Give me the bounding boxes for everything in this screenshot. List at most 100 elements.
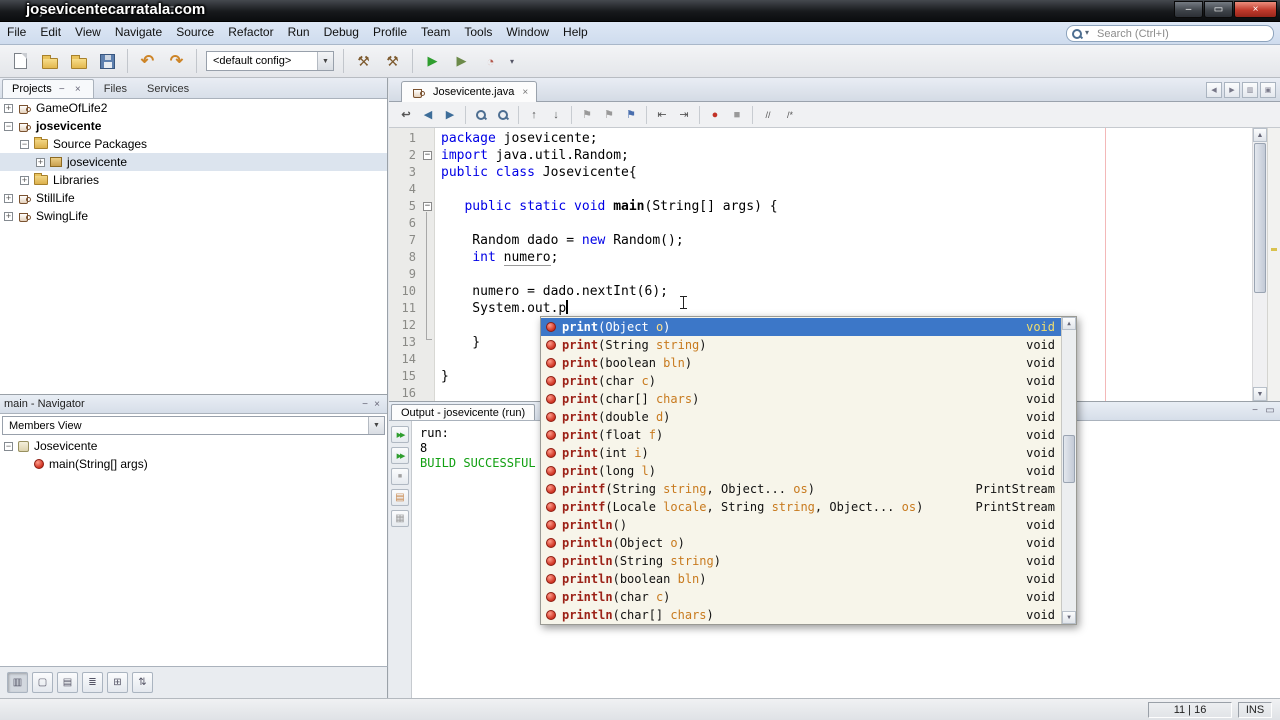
code-line[interactable]: 9 bbox=[389, 266, 1252, 283]
expander-icon[interactable]: + bbox=[36, 157, 45, 167]
tree-item-gameoflife2[interactable]: + GameOfLife2 bbox=[0, 99, 387, 117]
scroll-tabs-right-button[interactable]: ▶ bbox=[1224, 82, 1240, 98]
open-project-button[interactable] bbox=[65, 48, 92, 75]
window-titlebar[interactable]: josevicente - NetBeans IDE 7.0.1 josevic… bbox=[0, 0, 1280, 22]
config-select[interactable]: <default config> ▼ bbox=[206, 51, 334, 71]
menu-run[interactable]: Run bbox=[281, 22, 317, 42]
completion-item-println[interactable]: println(String string) void bbox=[541, 552, 1061, 570]
profile-project-button[interactable]: ◔ bbox=[477, 48, 504, 75]
dual-view-button[interactable]: ▥ bbox=[7, 672, 28, 693]
chevron-down-icon[interactable]: ▼ bbox=[317, 52, 333, 70]
stop-build-button[interactable]: ■ bbox=[391, 468, 409, 485]
tree-item-josevicente[interactable]: − josevicente bbox=[0, 117, 387, 135]
close-icon[interactable]: × bbox=[371, 399, 383, 410]
completion-item-println[interactable]: println(boolean bln) void bbox=[541, 570, 1061, 588]
maximize-icon[interactable]: ▭ bbox=[1264, 405, 1276, 416]
warning-mark[interactable] bbox=[1271, 248, 1277, 251]
scroll-down-icon[interactable]: ▼ bbox=[1253, 387, 1267, 401]
minimize-icon[interactable]: − bbox=[1249, 405, 1261, 416]
previous-bookmark-button[interactable]: ⚑ bbox=[577, 105, 597, 125]
code-line[interactable]: 8 int numero; bbox=[389, 249, 1252, 266]
code-line[interactable]: 2− import java.util.Random; bbox=[389, 147, 1252, 164]
expander-icon[interactable]: − bbox=[4, 121, 13, 131]
menu-team[interactable]: Team bbox=[414, 22, 457, 42]
tab-close-icon[interactable]: × bbox=[522, 87, 528, 98]
split-editor-button[interactable]: ▥ bbox=[1242, 82, 1258, 98]
expander-icon[interactable]: − bbox=[20, 139, 29, 149]
scrollbar-thumb[interactable] bbox=[1254, 143, 1266, 293]
stop-macro-button[interactable]: ■ bbox=[727, 105, 747, 125]
scrollbar-thumb[interactable] bbox=[1063, 435, 1075, 483]
completion-item-println[interactable]: println(Object o) void bbox=[541, 534, 1061, 552]
expander-icon[interactable]: − bbox=[4, 441, 13, 451]
run-project-button[interactable]: ▶ bbox=[419, 48, 446, 75]
scroll-up-icon[interactable]: ▲ bbox=[1062, 317, 1076, 330]
new-file-button[interactable] bbox=[7, 48, 34, 75]
code-line[interactable]: 11 System.out.p bbox=[389, 300, 1252, 317]
menu-tools[interactable]: Tools bbox=[457, 22, 499, 42]
completion-item-print[interactable]: print(double d) void bbox=[541, 408, 1061, 426]
grid-view-button[interactable]: ▤ bbox=[57, 672, 78, 693]
undo-button[interactable]: ↶ bbox=[134, 48, 161, 75]
comment-button[interactable]: // bbox=[758, 105, 778, 125]
scroll-up-icon[interactable]: ▲ bbox=[1253, 128, 1267, 142]
tree-item-josevicente[interactable]: + josevicente bbox=[0, 153, 387, 171]
menu-window[interactable]: Window bbox=[499, 22, 556, 42]
rerun-button[interactable]: ▶▶ bbox=[391, 426, 409, 443]
shift-line-left-button[interactable]: ⇤ bbox=[652, 105, 672, 125]
completion-item-print[interactable]: print(Object o) void bbox=[541, 318, 1061, 336]
debug-project-button[interactable]: ▶ bbox=[448, 48, 475, 75]
shift-line-right-button[interactable]: ⇥ bbox=[674, 105, 694, 125]
code-line[interactable]: 7 Random dado = new Random(); bbox=[389, 232, 1252, 249]
tree-item-stilllife[interactable]: + StillLife bbox=[0, 189, 387, 207]
window-minimize-button[interactable]: – bbox=[1174, 1, 1203, 18]
code-line[interactable]: 4 bbox=[389, 181, 1252, 198]
find-selection-button[interactable] bbox=[471, 105, 491, 125]
forward-button[interactable]: ▶ bbox=[440, 105, 460, 125]
toggle-bookmark-button[interactable]: ⚑ bbox=[621, 105, 641, 125]
menu-refactor[interactable]: Refactor bbox=[221, 22, 280, 42]
completion-item-print[interactable]: print(String string) void bbox=[541, 336, 1061, 354]
menu-help[interactable]: Help bbox=[556, 22, 595, 42]
matrix-view-button[interactable]: ⊞ bbox=[107, 672, 128, 693]
window-maximize-button[interactable]: ▭ bbox=[1204, 1, 1233, 18]
window-close-button[interactable]: × bbox=[1234, 1, 1277, 18]
quick-search-input[interactable]: ▾ Search (Ctrl+I) bbox=[1066, 25, 1274, 42]
tree-item-swinglife[interactable]: + SwingLife bbox=[0, 207, 387, 225]
completion-item-print[interactable]: print(int i) void bbox=[541, 444, 1061, 462]
next-bookmark-button[interactable]: ⚑ bbox=[599, 105, 619, 125]
sort-toggle-button[interactable]: ⇅ bbox=[132, 672, 153, 693]
code-line[interactable]: 6 bbox=[389, 215, 1252, 232]
redo-button[interactable]: ↷ bbox=[163, 48, 190, 75]
fold-toggle-icon[interactable]: − bbox=[423, 151, 432, 160]
expander-icon[interactable]: + bbox=[4, 211, 13, 221]
fold-toggle-icon[interactable]: − bbox=[423, 202, 432, 211]
code-line[interactable]: 5− public static void main(String[] args… bbox=[389, 198, 1252, 215]
completion-item-print[interactable]: print(char c) void bbox=[541, 372, 1061, 390]
build-project-button[interactable]: ⚒ bbox=[350, 48, 377, 75]
save-all-button[interactable] bbox=[94, 48, 121, 75]
code-line[interactable]: 3 public class Josevicente{ bbox=[389, 164, 1252, 181]
output-tab[interactable]: Output - josevicente (run) bbox=[391, 404, 536, 420]
new-project-button[interactable] bbox=[36, 48, 63, 75]
close-icon[interactable]: × bbox=[72, 84, 84, 95]
scroll-tabs-left-button[interactable]: ◀ bbox=[1206, 82, 1222, 98]
rerun-debug-button[interactable]: ▶▶ bbox=[391, 447, 409, 464]
expander-icon[interactable]: + bbox=[4, 193, 13, 203]
completion-item-println[interactable]: println() void bbox=[541, 516, 1061, 534]
completion-item-println[interactable]: println(char[] chars) void bbox=[541, 606, 1061, 623]
minimize-icon[interactable]: − bbox=[359, 399, 371, 410]
search-dropdown-icon[interactable]: ▾ bbox=[1085, 28, 1089, 37]
list-view-button[interactable]: ≣ bbox=[82, 672, 103, 693]
clear-output-button[interactable]: ▤ bbox=[391, 489, 409, 506]
editor-tab-josevicente[interactable]: Josevicente.java × bbox=[401, 81, 538, 102]
menu-profile[interactable]: Profile bbox=[366, 22, 414, 42]
tree-item-main-string-args[interactable]: main(String[] args) bbox=[0, 455, 387, 473]
previous-occurrence-button[interactable]: ↑ bbox=[524, 105, 544, 125]
completion-scrollbar[interactable]: ▲ ▼ bbox=[1061, 317, 1076, 624]
expander-icon[interactable]: + bbox=[20, 175, 29, 185]
completion-item-println[interactable]: println(char c) void bbox=[541, 588, 1061, 606]
last-edit-position-button[interactable]: ↩ bbox=[396, 105, 416, 125]
expander-icon[interactable]: + bbox=[4, 103, 13, 113]
completion-item-print[interactable]: print(long l) void bbox=[541, 462, 1061, 480]
